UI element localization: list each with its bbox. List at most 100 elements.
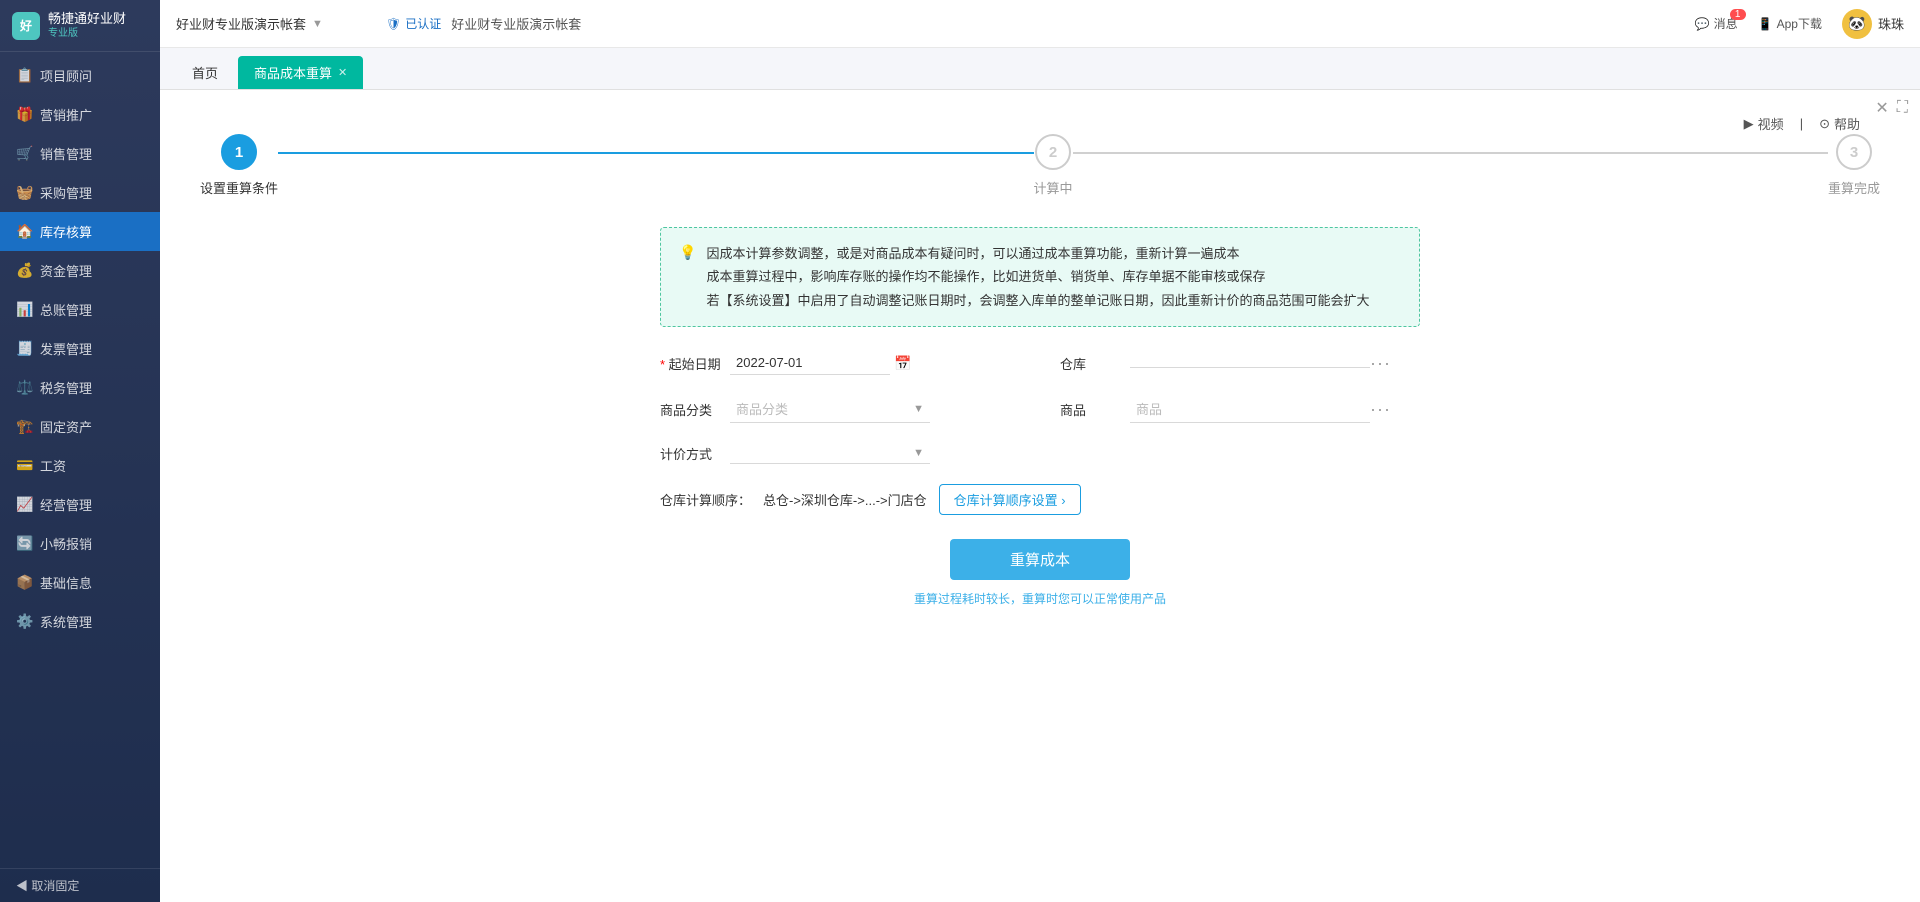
step-2-label: 计算中 [1034, 178, 1073, 197]
sales-icon: 🛒 [16, 145, 32, 162]
sidebar-item-purchase[interactable]: 🧺 采购管理 [0, 173, 160, 212]
assets-icon: 🏗️ [16, 418, 32, 435]
step-2-circle: 2 [1035, 134, 1071, 170]
sidebar-item-ledger[interactable]: 📊 总账管理 [0, 290, 160, 329]
step-1-circle: 1 [221, 134, 257, 170]
sidebar-item-label: 税务管理 [40, 378, 92, 397]
warehouse-order-value: 总仓->深圳仓库->...->门店仓 [763, 490, 927, 509]
sidebar-item-label: 工资 [40, 456, 66, 475]
step-1-label: 设置重算条件 [200, 178, 278, 197]
pricing-label: 计价方式 [660, 444, 730, 463]
sidebar-item-label: 系统管理 [40, 612, 92, 631]
tab-recalc-label: 商品成本重算 [254, 63, 332, 82]
unpin-label: ◀ 取消固定 [16, 877, 79, 894]
sidebar-item-label: 基础信息 [40, 573, 92, 592]
notice-line3: 若【系统设置】中启用了自动调整记账日期时，会调整入库单的整单记账日期，因此重新计… [706, 289, 1369, 312]
sidebar-item-assets[interactable]: 🏗️ 固定资产 [0, 407, 160, 446]
notice-line2: 成本重算过程中，影响库存账的操作均不能操作，比如进货单、销货单、库存单据不能审核… [706, 265, 1369, 288]
notice-box: 💡 因成本计算参数调整，或是对商品成本有疑问时，可以通过成本重算功能，重新计算一… [660, 227, 1420, 327]
sidebar: 好 畅捷通好业财 专业版 📋 项目顾问 🎁 营销推广 🛒 销售管理 🧺 采购管理… [0, 0, 160, 902]
product-more-icon[interactable]: ··· [1370, 399, 1391, 420]
content-inner: ▶ 视频 | ⊙ 帮助 1 设置重算条件 [160, 90, 1920, 631]
sidebar-item-label: 总账管理 [40, 300, 92, 319]
sidebar-item-tax[interactable]: ⚖️ 税务管理 [0, 368, 160, 407]
step-3-label: 重算完成 [1828, 178, 1880, 197]
warehouse-label: 仓库 [1060, 354, 1130, 373]
warehouse-order-row: 仓库计算顺序： 总仓->深圳仓库->...->门店仓 仓库计算顺序设置 › [660, 484, 1420, 515]
sidebar-item-project[interactable]: 📋 项目顾问 [0, 56, 160, 95]
category-label: 商品分类 [660, 400, 730, 419]
sidebar-item-label: 固定资产 [40, 417, 92, 436]
product-placeholder: 商品 [1136, 399, 1364, 418]
account-dropdown-icon: ▼ [312, 18, 323, 30]
sidebar-item-payroll[interactable]: 💳 工资 [0, 446, 160, 485]
calendar-icon[interactable]: 📅 [894, 355, 911, 372]
sidebar-item-label: 小畅报销 [40, 534, 92, 553]
sidebar-item-basic[interactable]: 📦 基础信息 [0, 563, 160, 602]
pricing-field: 计价方式 ▼ [660, 443, 1020, 464]
sidebar-nav: 📋 项目顾问 🎁 营销推广 🛒 销售管理 🧺 采购管理 🏠 库存核算 💰 资金管… [0, 52, 160, 868]
recalculate-button[interactable]: 重算成本 [950, 539, 1130, 580]
sidebar-item-sales[interactable]: 🛒 销售管理 [0, 134, 160, 173]
product-input[interactable]: 商品 [1130, 395, 1370, 423]
sidebar-item-invoice[interactable]: 🧾 发票管理 [0, 329, 160, 368]
recalculate-label: 重算成本 [1010, 552, 1070, 569]
form-row-1: * 起始日期 📅 仓库 ··· [660, 351, 1420, 375]
start-date-label: * 起始日期 [660, 354, 730, 373]
purchase-icon: 🧺 [16, 184, 32, 201]
step-2: 2 计算中 [1034, 134, 1073, 197]
verified-account-name: 好业财专业版演示帐套 [451, 14, 581, 33]
step-1: 1 设置重算条件 [200, 134, 278, 197]
warehouse-input[interactable] [1130, 359, 1370, 368]
tab-home-label: 首页 [192, 63, 218, 82]
tab-recalc-close[interactable]: ✕ [338, 66, 347, 79]
topbar-right: 💬 消息 1 📱 App下载 🐼 珠珠 [1695, 9, 1904, 39]
step-line-2 [1073, 152, 1828, 154]
tax-icon: ⚖️ [16, 379, 32, 396]
tab-recalc[interactable]: 商品成本重算 ✕ [238, 56, 363, 89]
product-field: 商品 商品 ··· [1060, 395, 1420, 423]
sidebar-pin-toggle[interactable]: ◀ 取消固定 [0, 868, 160, 902]
app-download-button[interactable]: 📱 App下载 [1758, 15, 1822, 32]
start-date-input[interactable] [730, 351, 890, 375]
app-edition: 专业版 [48, 27, 126, 40]
sidebar-item-marketing[interactable]: 🎁 营销推广 [0, 95, 160, 134]
sidebar-item-operations[interactable]: 📈 经营管理 [0, 485, 160, 524]
shield-icon: 🛡 [386, 17, 401, 31]
sidebar-item-label: 资金管理 [40, 261, 92, 280]
warehouse-order-settings-button[interactable]: 仓库计算顺序设置 › [939, 484, 1081, 515]
finance-icon: 💰 [16, 262, 32, 279]
sidebar-item-label: 发票管理 [40, 339, 92, 358]
pricing-arrow-icon: ▼ [913, 447, 924, 459]
step-3: 3 重算完成 [1828, 134, 1880, 197]
sidebar-item-label: 销售管理 [40, 144, 92, 163]
sidebar-item-inventory[interactable]: 🏠 库存核算 [0, 212, 160, 251]
pricing-select[interactable]: ▼ [730, 443, 930, 464]
start-date-field: * 起始日期 📅 [660, 351, 1020, 375]
verified-badge: 🛡 已认证 [386, 15, 441, 32]
product-label: 商品 [1060, 400, 1130, 419]
category-arrow-icon: ▼ [913, 403, 924, 415]
sidebar-item-label: 项目顾问 [40, 66, 92, 85]
sidebar-item-finance[interactable]: 💰 资金管理 [0, 251, 160, 290]
message-badge: 1 [1730, 9, 1746, 20]
category-select[interactable]: 商品分类 ▼ [730, 395, 930, 423]
form-section: * 起始日期 📅 仓库 ··· [660, 351, 1420, 464]
app-name: 畅捷通好业财 [48, 11, 126, 28]
recalculate-hint: 重算过程耗时较长，重算时您可以正常使用产品 [200, 590, 1880, 607]
account-name: 好业财专业版演示帐套 [176, 14, 306, 33]
logo-icon: 好 [12, 12, 40, 40]
main-area: 好业财专业版演示帐套 ▼ 🛡 已认证 好业财专业版演示帐套 💬 消息 1 📱 A… [160, 0, 1920, 902]
maximize-button[interactable]: ⛶ [1897, 99, 1908, 117]
warehouse-order-label: 仓库计算顺序： [660, 490, 751, 509]
sidebar-item-expense[interactable]: 🔄 小畅报销 [0, 524, 160, 563]
message-button[interactable]: 💬 消息 1 [1695, 15, 1738, 32]
account-selector[interactable]: 好业财专业版演示帐套 ▼ [176, 14, 376, 33]
verified-label: 已认证 [405, 15, 441, 32]
operations-icon: 📈 [16, 496, 32, 513]
main-action-area: 重算成本 重算过程耗时较长，重算时您可以正常使用产品 [200, 539, 1880, 607]
user-menu[interactable]: 🐼 珠珠 [1842, 9, 1904, 39]
tab-home[interactable]: 首页 [176, 56, 234, 89]
sidebar-item-system[interactable]: ⚙️ 系统管理 [0, 602, 160, 641]
warehouse-more-icon[interactable]: ··· [1370, 353, 1391, 374]
